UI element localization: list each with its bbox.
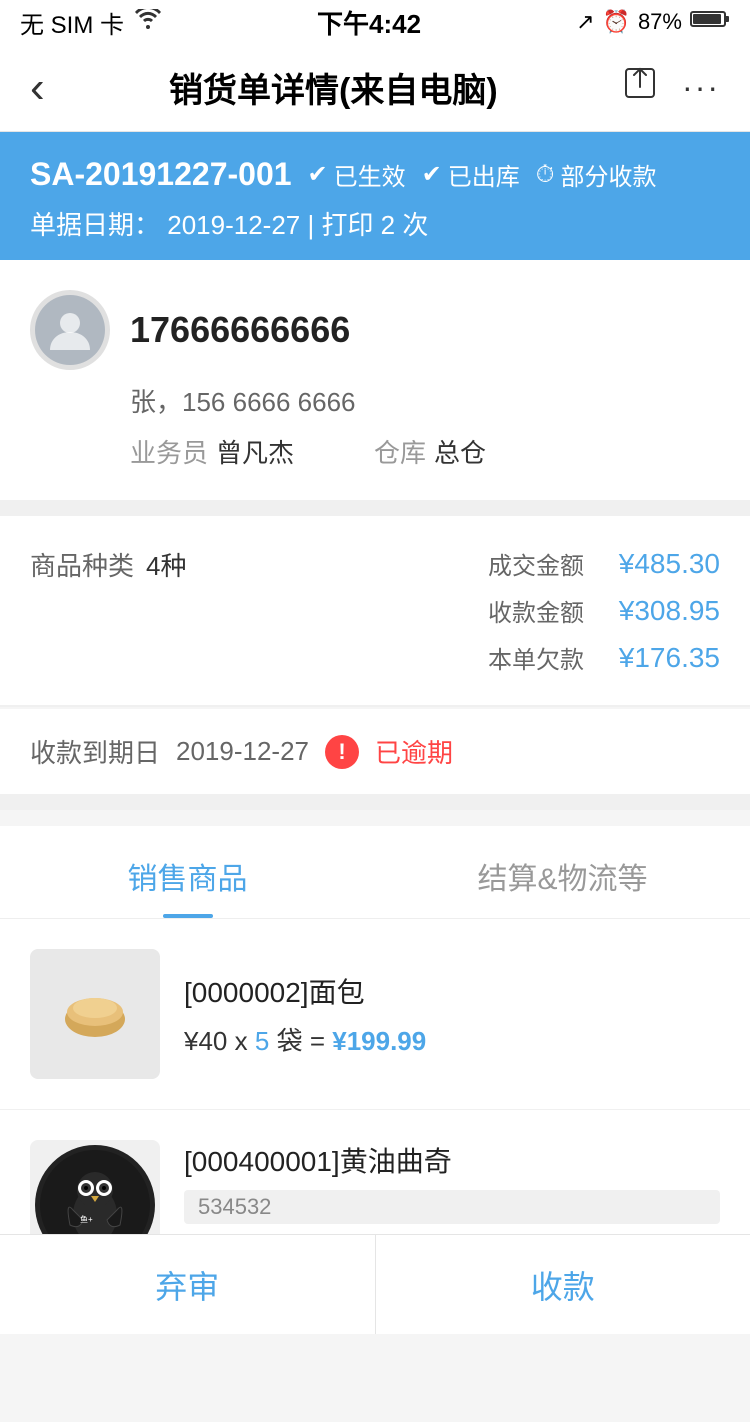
deal-amount-label: 成交金额 <box>488 546 584 581</box>
confirm-button[interactable]: 收款 <box>376 1235 750 1334</box>
product-item-1: [0000002]面包 ¥40 x 5 袋 = ¥199.99 <box>0 919 750 1110</box>
salesperson-label: 业务员 <box>130 433 208 470</box>
share-icon[interactable] <box>622 65 658 110</box>
warehouse-item: 仓库 总仓 <box>374 433 486 470</box>
product-tag-2: 534532 <box>184 1190 720 1224</box>
product-thumb-1 <box>30 949 160 1079</box>
order-header-top: SA-20191227-001 ✔ 已生效 ✔ 已出库 ⏱ 部分收款 <box>30 156 720 193</box>
alarm-icon: ⏰ <box>603 9 630 35</box>
product-total-1: ¥199.99 <box>332 1026 426 1056</box>
tab-settlement[interactable]: 结算&物流等 <box>375 826 750 918</box>
salesperson-item: 业务员 曾凡杰 <box>130 433 294 470</box>
order-id: SA-20191227-001 <box>30 156 292 193</box>
nav-bar: ‹ 销货单详情(来自电脑) ··· <box>0 44 750 132</box>
customer-name: 17666666666 <box>130 309 350 351</box>
payment-due-section: 收款到期日 2019-12-27 ! 已逾期 <box>0 709 750 794</box>
order-date: 2019-12-27 <box>167 210 300 240</box>
warehouse-value: 总仓 <box>434 433 486 470</box>
location-icon: ↗ <box>576 9 594 35</box>
bottom-bar: 弃审 收款 <box>0 1234 750 1334</box>
stats-right: 成交金额 ¥485.30 收款金额 ¥308.95 本单欠款 ¥176.35 <box>488 546 720 675</box>
received-row: 收款金额 ¥308.95 <box>488 593 720 628</box>
warehouse-label: 仓库 <box>374 433 426 470</box>
customer-sub: 张，156 6666 6666 <box>130 382 720 419</box>
payment-due-label: 收款到期日 <box>30 733 160 770</box>
product-types-value: 4种 <box>146 546 186 583</box>
overdue-text: 已逾期 <box>375 733 453 770</box>
status-effective: ✔ 已生效 <box>308 157 406 192</box>
debt-row: 本单欠款 ¥176.35 <box>488 640 720 675</box>
status-time: 下午4:42 <box>317 4 421 41</box>
date-label: 单据日期： <box>30 210 160 240</box>
wifi-icon <box>134 8 162 36</box>
divider-1 <box>0 500 750 516</box>
divider-3 <box>0 794 750 810</box>
battery-level: 87% <box>638 9 682 35</box>
product-price-1: ¥40 x 5 袋 = ¥199.99 <box>184 1021 720 1058</box>
svg-text:鱼+: 鱼+ <box>80 1214 93 1224</box>
product-types-label: 商品种类 <box>30 546 134 583</box>
overdue-icon: ! <box>325 735 359 769</box>
stats-left: 商品种类 4种 <box>30 546 186 583</box>
nav-actions: ··· <box>622 65 720 110</box>
tabs-section: 销售商品 结算&物流等 <box>0 826 750 919</box>
salesperson-value: 曾凡杰 <box>216 433 294 470</box>
tab-products[interactable]: 销售商品 <box>0 826 375 918</box>
status-partial: ⏱ 部分收款 <box>536 157 657 192</box>
debt-value: ¥176.35 <box>600 642 720 674</box>
status-bar: 无 SIM 卡 下午4:42 ↗ ⏰ 87% <box>0 0 750 44</box>
stats-section: 商品种类 4种 成交金额 ¥485.30 收款金额 ¥308.95 本单欠款 ¥… <box>0 516 750 705</box>
status-left: 无 SIM 卡 <box>20 5 162 40</box>
cancel-button[interactable]: 弃审 <box>0 1235 376 1334</box>
status-shipped: ✔ 已出库 <box>422 157 520 192</box>
stats-row: 商品种类 4种 成交金额 ¥485.30 收款金额 ¥308.95 本单欠款 ¥… <box>30 546 720 675</box>
customer-main: 17666666666 <box>30 290 720 370</box>
deal-amount-row: 成交金额 ¥485.30 <box>488 546 720 581</box>
customer-meta: 业务员 曾凡杰 仓库 总仓 <box>130 433 720 470</box>
clock-icon: ⏱ <box>536 161 555 189</box>
product-info-1: [0000002]面包 ¥40 x 5 袋 = ¥199.99 <box>184 949 720 1079</box>
received-label: 收款金额 <box>488 593 584 628</box>
print-info: | 打印 2 次 <box>307 210 428 240</box>
product-name-2: [000400001]黄油曲奇 <box>184 1140 720 1180</box>
bread-image <box>30 949 160 1079</box>
back-button[interactable]: ‹ <box>30 63 45 113</box>
more-icon[interactable]: ··· <box>682 69 720 106</box>
payment-due-date: 2019-12-27 <box>176 736 309 767</box>
product-qty-1: 5 <box>255 1026 269 1056</box>
order-date-row: 单据日期： 2019-12-27 | 打印 2 次 <box>30 205 720 242</box>
check-icon-2: ✔ <box>422 160 442 189</box>
product-types-item: 商品种类 4种 <box>30 546 186 583</box>
status-right: ↗ ⏰ 87% <box>576 9 730 35</box>
tabs-row: 销售商品 结算&物流等 <box>0 826 750 919</box>
order-header: SA-20191227-001 ✔ 已生效 ✔ 已出库 ⏱ 部分收款 单据日期：… <box>0 132 750 260</box>
battery-icon <box>690 9 730 35</box>
avatar <box>30 290 110 370</box>
debt-label: 本单欠款 <box>488 640 584 675</box>
product-name-1: [0000002]面包 <box>184 971 720 1011</box>
page-title: 销货单详情(来自电脑) <box>169 63 498 112</box>
customer-section: 17666666666 张，156 6666 6666 业务员 曾凡杰 仓库 总… <box>0 260 750 500</box>
received-value: ¥308.95 <box>600 595 720 627</box>
sim-status: 无 SIM 卡 <box>20 5 124 40</box>
deal-amount-value: ¥485.30 <box>600 548 720 580</box>
divider-2 <box>0 705 750 707</box>
avatar-icon <box>35 295 105 365</box>
check-icon-1: ✔ <box>308 160 328 189</box>
